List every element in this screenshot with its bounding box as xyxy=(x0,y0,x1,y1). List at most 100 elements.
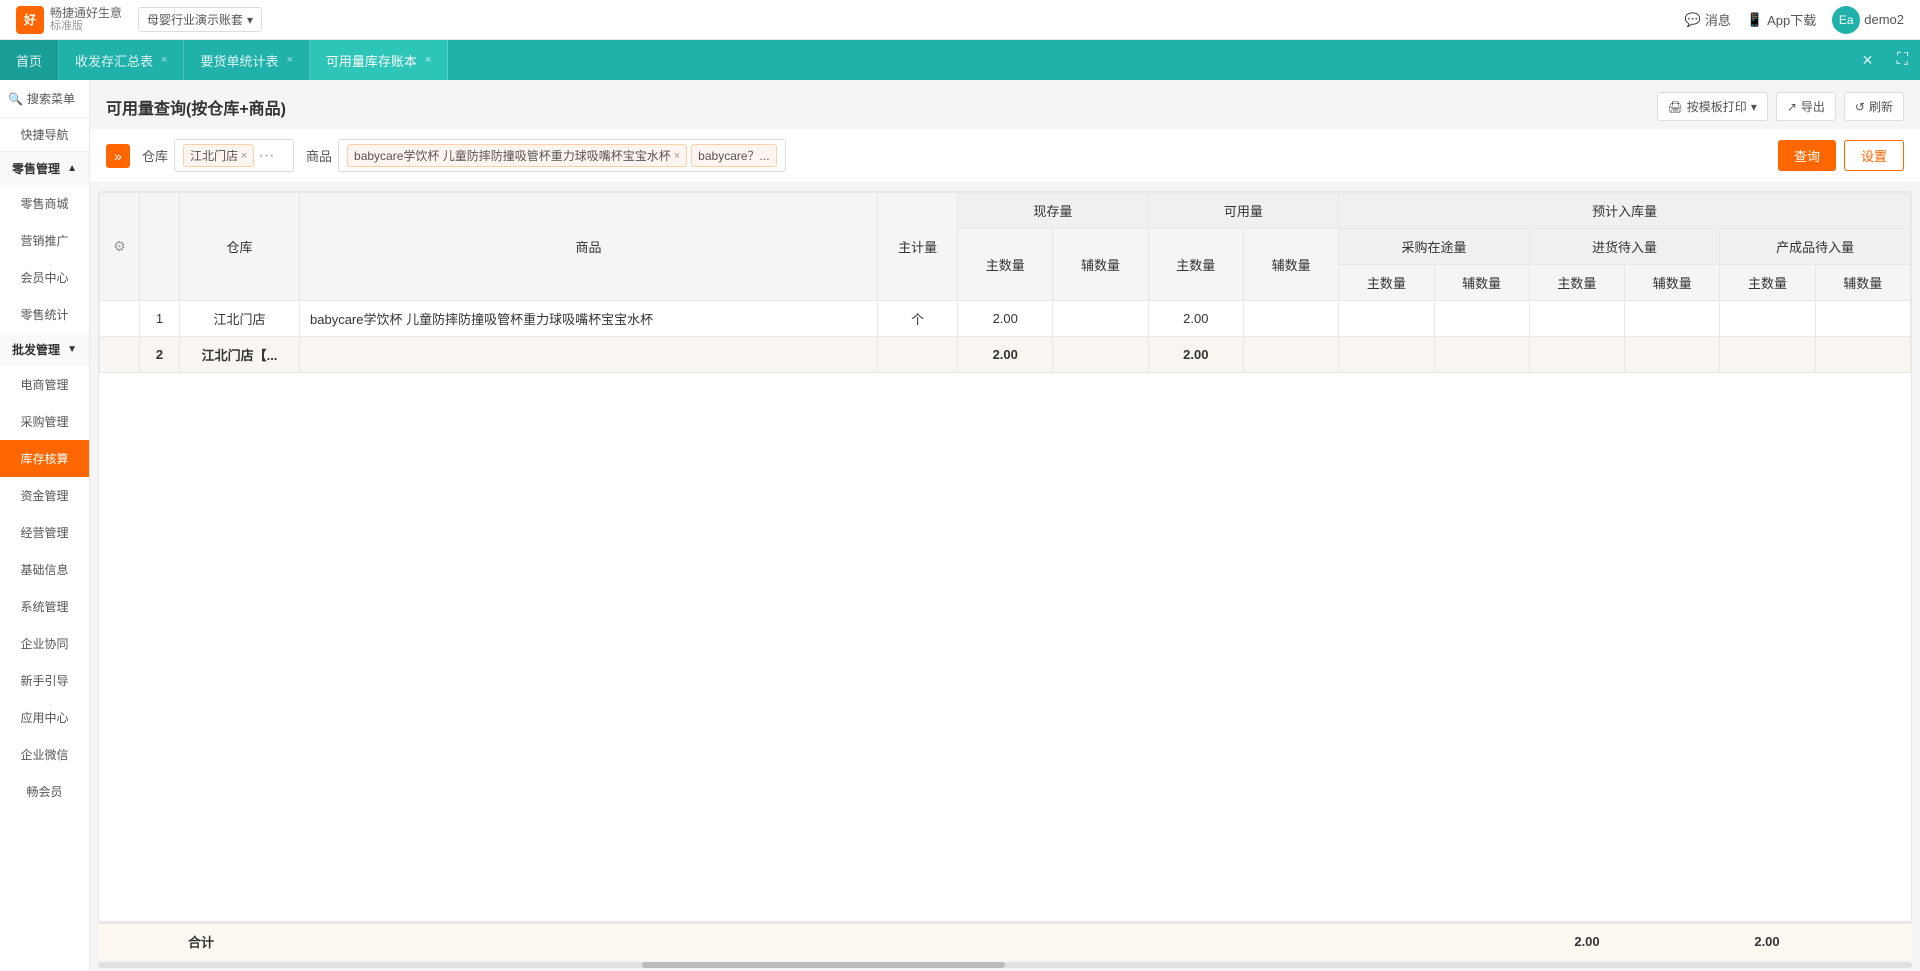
sidebar-item-member[interactable]: 畅会员 xyxy=(0,773,89,810)
cell-no-0: 1 xyxy=(140,301,180,337)
avatar: Ea xyxy=(1832,6,1860,34)
cell-goods-main-1 xyxy=(1529,337,1624,373)
sidebar-item-inventory-check[interactable]: 库存核算 xyxy=(0,440,89,477)
search-menu-item[interactable]: 🔍 搜索菜单 xyxy=(0,80,89,118)
tab-close-available-stock[interactable]: × xyxy=(425,54,431,66)
cell-product-0: babycare学饮杯 儿童防摔防撞吸管杯重力球吸嘴杯宝宝水杯 xyxy=(300,301,878,337)
footer-label: 合计 xyxy=(188,932,308,951)
th-forecast-in-group: 预计入库量 xyxy=(1339,193,1911,229)
th-warehouse: 仓库 xyxy=(180,193,300,301)
search-icon: 🔍 xyxy=(8,92,23,106)
th-current-stock-group: 现存量 xyxy=(958,193,1149,229)
sidebar-item-enterprise-wechat[interactable]: 企业微信 xyxy=(0,736,89,773)
cell-current-aux-1 xyxy=(1053,337,1148,373)
export-icon: ↗ xyxy=(1787,100,1797,114)
user-avatar[interactable]: Ea demo2 xyxy=(1832,6,1904,34)
app-download-button[interactable]: 📱 App下载 xyxy=(1747,10,1816,29)
sidebar-item-retail-mgmt[interactable]: 零售管理 ▲ xyxy=(0,152,89,185)
sidebar-item-new-guide[interactable]: 新手引导 xyxy=(0,662,89,699)
cell-current-main-1: 2.00 xyxy=(958,337,1053,373)
product-filter-group: 商品 babycare学饮杯 儿童防摔防撞吸管杯重力球吸嘴杯宝宝水杯 × bab… xyxy=(306,139,786,172)
tab-close-order-stats[interactable]: × xyxy=(286,54,292,66)
sidebar-item-ecommerce-mgmt[interactable]: 电商管理 xyxy=(0,366,89,403)
remove-product-tag-0[interactable]: × xyxy=(674,150,680,162)
export-button[interactable]: ↗ 导出 xyxy=(1776,92,1836,121)
sidebar-item-marketing[interactable]: 营销推广 xyxy=(0,222,89,259)
top-bar-left: 好 畅捷通好生意 标准版 母婴行业演示账套 ▾ xyxy=(16,6,262,34)
table-row: 2 江北门店【... 2.00 2.00 xyxy=(100,337,1911,373)
cell-no-1: 2 xyxy=(140,337,180,373)
horizontal-scrollbar[interactable] xyxy=(98,962,1912,968)
table-footer: 合计 2.00 2.00 xyxy=(98,922,1912,959)
chevron-down-icon2: ▼ xyxy=(67,344,77,355)
industry-selector[interactable]: 母婴行业演示账套 ▾ xyxy=(138,7,262,32)
sidebar-item-app-center[interactable]: 应用中心 xyxy=(0,699,89,736)
product-input[interactable]: babycare学饮杯 儿童防摔防撞吸管杯重力球吸嘴杯宝宝水杯 × babyca… xyxy=(338,139,786,172)
page-header: 可用量查询(按仓库+商品) 🖨 按模板打印 ▾ ↗ 导出 ↺ 刷新 xyxy=(90,80,1920,129)
th-available-group: 可用量 xyxy=(1148,193,1339,229)
cell-product-1 xyxy=(300,337,878,373)
scrollbar-area xyxy=(90,959,1920,971)
sidebar-item-basic-info[interactable]: 基础信息 xyxy=(0,551,89,588)
phone-icon: 📱 xyxy=(1747,12,1763,28)
query-button[interactable]: 查询 xyxy=(1778,140,1836,171)
filter-expand-button[interactable]: » xyxy=(106,144,130,168)
footer-available-main: 2.00 xyxy=(1722,934,1812,949)
sidebar-item-finance-mgmt[interactable]: 资金管理 xyxy=(0,477,89,514)
cell-purchase-aux-0 xyxy=(1434,301,1529,337)
logo-area: 好 畅捷通好生意 标准版 xyxy=(16,6,122,34)
gear-icon[interactable]: ⚙ xyxy=(113,238,126,254)
sidebar-item-operations-mgmt[interactable]: 经营管理 xyxy=(0,514,89,551)
table-row: 1 江北门店 babycare学饮杯 儿童防摔防撞吸管杯重力球吸嘴杯宝宝水杯 个… xyxy=(100,301,1911,337)
cell-product-main-1 xyxy=(1720,337,1815,373)
close-all-tabs-button[interactable]: × xyxy=(1850,50,1885,71)
tab-available-stock[interactable]: 可用量库存账本 × xyxy=(310,40,448,80)
top-bar-right: 💬 消息 📱 App下载 Ea demo2 xyxy=(1685,6,1904,34)
warehouse-tag: 江北门店 × xyxy=(183,144,254,167)
settings-button[interactable]: 设置 xyxy=(1844,140,1904,171)
tab-close-receive-send[interactable]: × xyxy=(161,54,167,66)
th-product-arriving-aux: 辅数量 xyxy=(1815,265,1910,301)
remove-warehouse-tag[interactable]: × xyxy=(241,150,247,162)
warehouse-input[interactable]: 江北门店 × ··· xyxy=(174,139,294,172)
th-no xyxy=(140,193,180,301)
sidebar-item-enterprise-collab[interactable]: 企业协同 xyxy=(0,625,89,662)
sidebar-item-retail-mall[interactable]: 零售商城 xyxy=(0,185,89,222)
cell-current-aux-0 xyxy=(1053,301,1148,337)
th-available-main-qty: 主数量 xyxy=(1148,229,1243,301)
sidebar-item-member-center[interactable]: 会员中心 xyxy=(0,259,89,296)
tab-order-stats[interactable]: 要货单统计表 × xyxy=(184,40,309,80)
page-actions: 🖨 按模板打印 ▾ ↗ 导出 ↺ 刷新 xyxy=(1657,92,1904,121)
th-settings[interactable]: ⚙ xyxy=(100,193,140,301)
tab-receive-send[interactable]: 收发存汇总表 × xyxy=(59,40,184,80)
print-template-button[interactable]: 🖨 按模板打印 ▾ xyxy=(1657,92,1768,121)
sidebar-item-retail-stats[interactable]: 零售统计 xyxy=(0,296,89,333)
sidebar-item-purchase-mgmt[interactable]: 采购管理 xyxy=(0,403,89,440)
filter-actions: 查询 设置 xyxy=(1778,140,1904,171)
page-title: 可用量查询(按仓库+商品) xyxy=(106,95,286,119)
refresh-button[interactable]: ↺ 刷新 xyxy=(1844,92,1904,121)
cell-purchase-main-0 xyxy=(1339,301,1434,337)
sidebar-item-wholesale-mgmt[interactable]: 批发管理 ▼ xyxy=(0,333,89,366)
print-icon: 🖨 xyxy=(1668,100,1683,114)
expand-tabs-button[interactable]: ⛶ xyxy=(1885,51,1920,69)
product-tag-0: babycare学饮杯 儿童防摔防撞吸管杯重力球吸嘴杯宝宝水杯 × xyxy=(347,144,687,167)
available-stock-tab-label: 可用量库存账本 xyxy=(326,51,417,70)
quick-nav-item[interactable]: 快捷导航 xyxy=(0,118,89,152)
warehouse-filter-group: 仓库 江北门店 × ··· xyxy=(142,139,294,172)
cell-goods-main-0 xyxy=(1529,301,1624,337)
logo-icon: 好 xyxy=(16,6,44,34)
cell-product-aux-0 xyxy=(1815,301,1910,337)
message-button[interactable]: 💬 消息 xyxy=(1685,10,1731,29)
warehouse-more[interactable]: ··· xyxy=(258,147,274,165)
cell-available-main-0: 2.00 xyxy=(1148,301,1243,337)
tab-home[interactable]: 首页 xyxy=(0,40,59,80)
cell-purchase-main-1 xyxy=(1339,337,1434,373)
cell-goods-aux-1 xyxy=(1625,337,1720,373)
scrollbar-thumb[interactable] xyxy=(642,962,1005,968)
table-area: ⚙ 仓库 商品 主计量 现存量 可用量 预计入库量 主数量 辅数量 主数量 xyxy=(98,191,1912,922)
chevron-up-icon: ▲ xyxy=(67,163,77,174)
sidebar-item-system-mgmt[interactable]: 系统管理 xyxy=(0,588,89,625)
cell-warehouse-0: 江北门店 xyxy=(180,301,300,337)
th-product: 商品 xyxy=(300,193,878,301)
